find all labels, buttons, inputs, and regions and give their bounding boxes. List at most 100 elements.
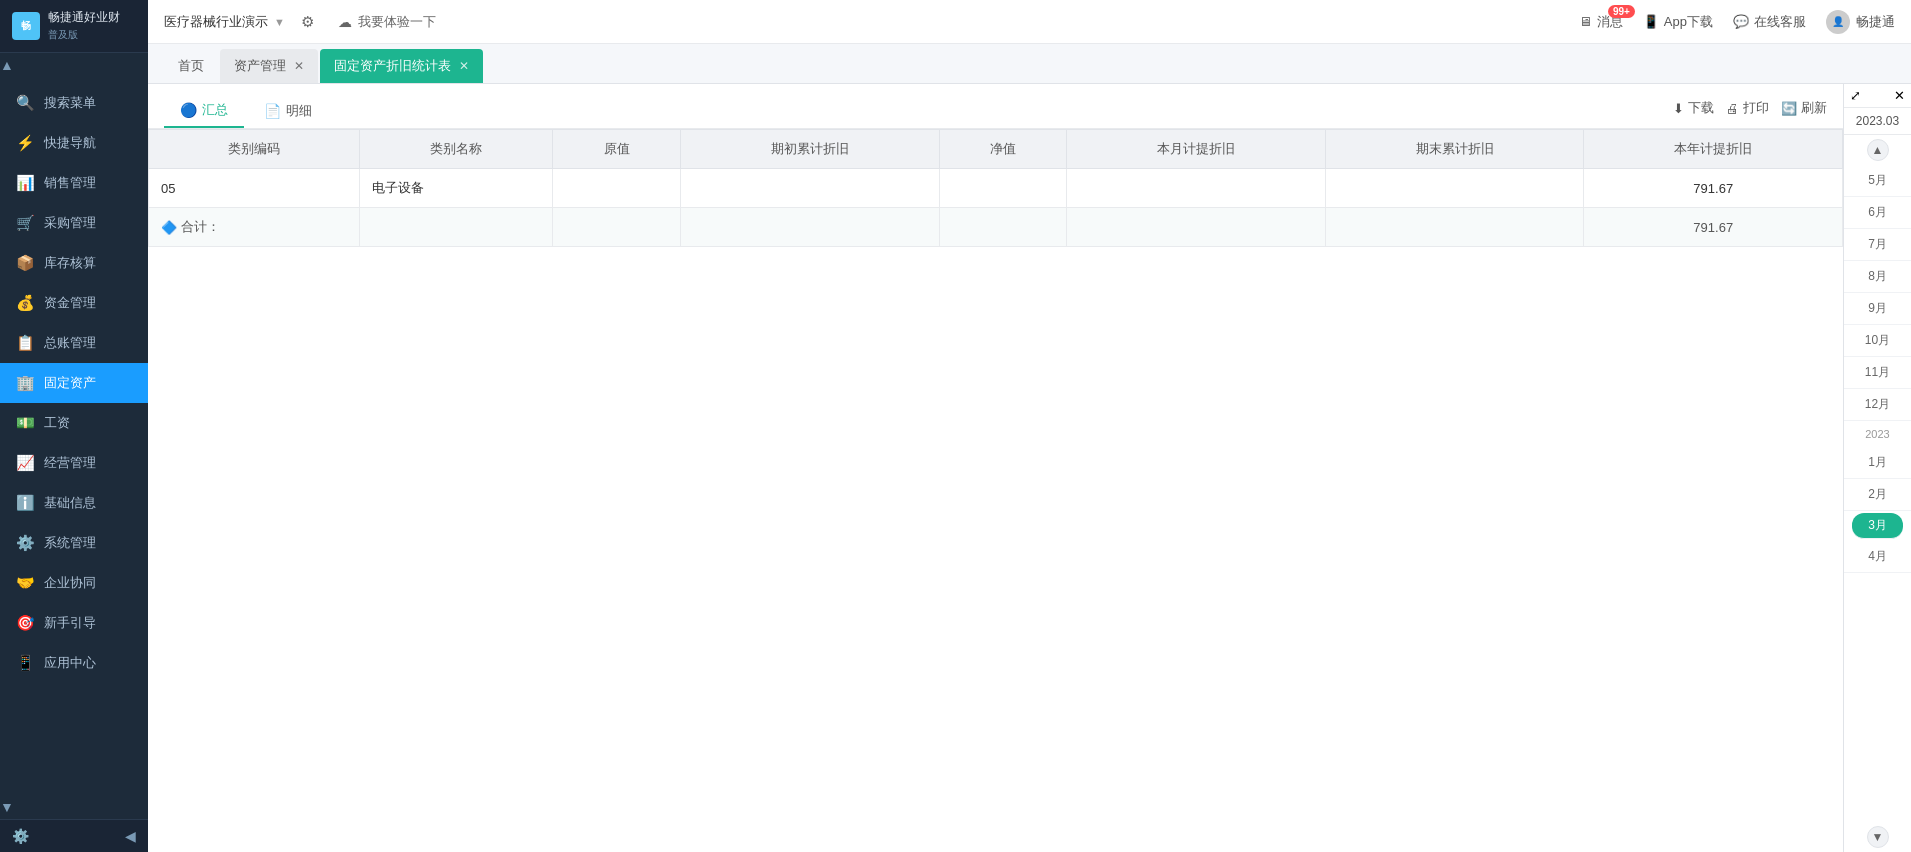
total-icon: 🔷 [161,220,177,235]
sub-tab-bar: 🔵 汇总📄 明细 ⬇ 下载 🖨 打印 🔄 刷 [148,84,1843,129]
print-icon: 🖨 [1726,101,1739,116]
tab-close-icon[interactable]: ✕ [294,59,304,73]
sidebar-item-ledger[interactable]: 📋 总账管理 [0,323,148,363]
sidebar-item-sales[interactable]: 📊 销售管理 [0,163,148,203]
experience-label: 我要体验一下 [358,13,436,31]
sidebar-scroll-down[interactable]: ▼ [0,795,148,819]
app-logo: 畅 [12,12,40,40]
timeline-top-controls: ⤢ ✕ [1844,84,1911,108]
close-icon[interactable]: ✕ [1894,88,1905,103]
settings-icon[interactable]: ⚙️ [12,828,29,844]
sidebar-item-newbie[interactable]: 🎯 新手引导 [0,603,148,643]
system-icon: ⚙️ [16,534,34,552]
sidebar-footer: ⚙️ ◀ [0,819,148,852]
sidebar-item-purchase[interactable]: 🛒 采购管理 [0,203,148,243]
sidebar-item-operations[interactable]: 📈 经营管理 [0,443,148,483]
main-panel: 🔵 汇总📄 明细 ⬇ 下载 🖨 打印 🔄 刷 [148,84,1843,852]
sidebar-item-basic-info[interactable]: ℹ️ 基础信息 [0,483,148,523]
total-label: 合计： [181,218,220,236]
sidebar-item-label: 应用中心 [44,654,96,672]
timeline-month-10[interactable]: 10月 [1844,325,1911,357]
total-cell [359,208,552,247]
download-button[interactable]: ⬇ 下载 [1673,99,1714,117]
online-support-icon: 💬 [1733,14,1749,29]
sub-tabs: 🔵 汇总📄 明细 [164,94,328,128]
print-button[interactable]: 🖨 打印 [1726,99,1769,117]
messages-badge: 99+ [1608,5,1635,18]
sub-tab-summary[interactable]: 🔵 汇总 [164,94,244,128]
avatar: 👤 [1826,10,1850,34]
sidebar-item-label: 总账管理 [44,334,96,352]
sidebar-item-quick-nav[interactable]: ⚡ 快捷导航 [0,123,148,163]
sidebar-item-capital[interactable]: 💰 资金管理 [0,283,148,323]
col-header: 期初累计折旧 [681,130,939,169]
main-area: 医疗器械行业演示 ▼ ⚙ ☁ 我要体验一下 🖥 消息99+ 📱 App下载 💬 在线… [148,0,1911,852]
capital-icon: 💰 [16,294,34,312]
app-download-action[interactable]: 📱 App下载 [1643,13,1713,31]
timeline-month-2[interactable]: 2月 [1844,479,1911,511]
company-selector[interactable]: 医疗器械行业演示 ▼ [164,13,285,31]
sidebar-item-label: 快捷导航 [44,134,96,152]
timeline-month-11[interactable]: 11月 [1844,357,1911,389]
timeline-month-7[interactable]: 7月 [1844,229,1911,261]
timeline-month-3[interactable]: 3月 [1852,513,1903,539]
sidebar-item-label: 系统管理 [44,534,96,552]
sub-tab-icon-summary: 🔵 [180,102,197,118]
tab-depreciation-report[interactable]: 固定资产折旧统计表✕ [320,49,483,83]
total-cell [1067,208,1325,247]
total-cell [553,208,681,247]
timeline-month-5[interactable]: 5月 [1844,165,1911,197]
company-name: 医疗器械行业演示 [164,13,268,31]
sidebar-item-system[interactable]: ⚙️ 系统管理 [0,523,148,563]
messages-action[interactable]: 🖥 消息99+ [1579,13,1623,31]
timeline-scroll[interactable]: 5月6月7月8月9月10月11月12月20231月2月3月4月 [1844,165,1911,822]
tab-close-icon[interactable]: ✕ [459,59,469,73]
refresh-icon: 🔄 [1781,101,1797,116]
timeline-nav-down[interactable]: ▼ [1867,826,1889,848]
table-cell [1067,169,1325,208]
col-header: 类别名称 [359,130,552,169]
sidebar-item-payroll[interactable]: 💵 工资 [0,403,148,443]
sidebar-item-inventory[interactable]: 📦 库存核算 [0,243,148,283]
sub-tab-detail[interactable]: 📄 明细 [248,94,328,128]
sidebar-item-fixed-assets[interactable]: 🏢 固定资产 [0,363,148,403]
tab-label: 首页 [178,57,204,75]
operations-icon: 📈 [16,454,34,472]
experience-button[interactable]: ☁ 我要体验一下 [338,13,436,31]
table-cell: 电子设备 [359,169,552,208]
timeline-month-6[interactable]: 6月 [1844,197,1911,229]
online-support-action[interactable]: 💬 在线客服 [1733,13,1806,31]
username: 畅捷通 [1856,13,1895,31]
sub-tab-label: 明细 [286,102,312,120]
total-cell [939,208,1067,247]
sidebar-item-label: 采购管理 [44,214,96,232]
timeline-month-8[interactable]: 8月 [1844,261,1911,293]
timeline-nav-up[interactable]: ▲ [1867,139,1889,161]
sidebar-item-search[interactable]: 🔍 搜索菜单 [0,83,148,123]
sidebar-item-label: 资金管理 [44,294,96,312]
sidebar-item-label: 基础信息 [44,494,96,512]
timeline-month-1[interactable]: 1月 [1844,447,1911,479]
col-header: 类别编码 [149,130,360,169]
refresh-button[interactable]: 🔄 刷新 [1781,99,1827,117]
sidebar-item-label: 销售管理 [44,174,96,192]
tab-asset-mgmt[interactable]: 资产管理✕ [220,49,318,83]
timeline-month-4[interactable]: 4月 [1844,541,1911,573]
table-cell [553,169,681,208]
tab-home[interactable]: 首页 [164,49,218,83]
sidebar-item-app-center[interactable]: 📱 应用中心 [0,643,148,683]
depreciation-table: 类别编码类别名称原值期初累计折旧净值本月计提折旧期末累计折旧本年计提折旧 05电… [148,129,1843,247]
timeline-month-9[interactable]: 9月 [1844,293,1911,325]
user-menu[interactable]: 👤 畅捷通 [1826,10,1895,34]
total-cell [1325,208,1583,247]
timeline-month-12[interactable]: 12月 [1844,389,1911,421]
collapse-icon[interactable]: ◀ [125,828,136,844]
app-download-icon: 📱 [1643,14,1659,29]
expand-icon[interactable]: ⤢ [1850,88,1861,103]
cloud-icon: ☁ [338,14,352,30]
sidebar-item-enterprise[interactable]: 🤝 企业协同 [0,563,148,603]
sidebar-scroll-up[interactable]: ▲ [0,53,148,77]
topbar-settings-icon[interactable]: ⚙ [301,13,314,31]
sidebar-item-label: 工资 [44,414,70,432]
basic-info-icon: ℹ️ [16,494,34,512]
